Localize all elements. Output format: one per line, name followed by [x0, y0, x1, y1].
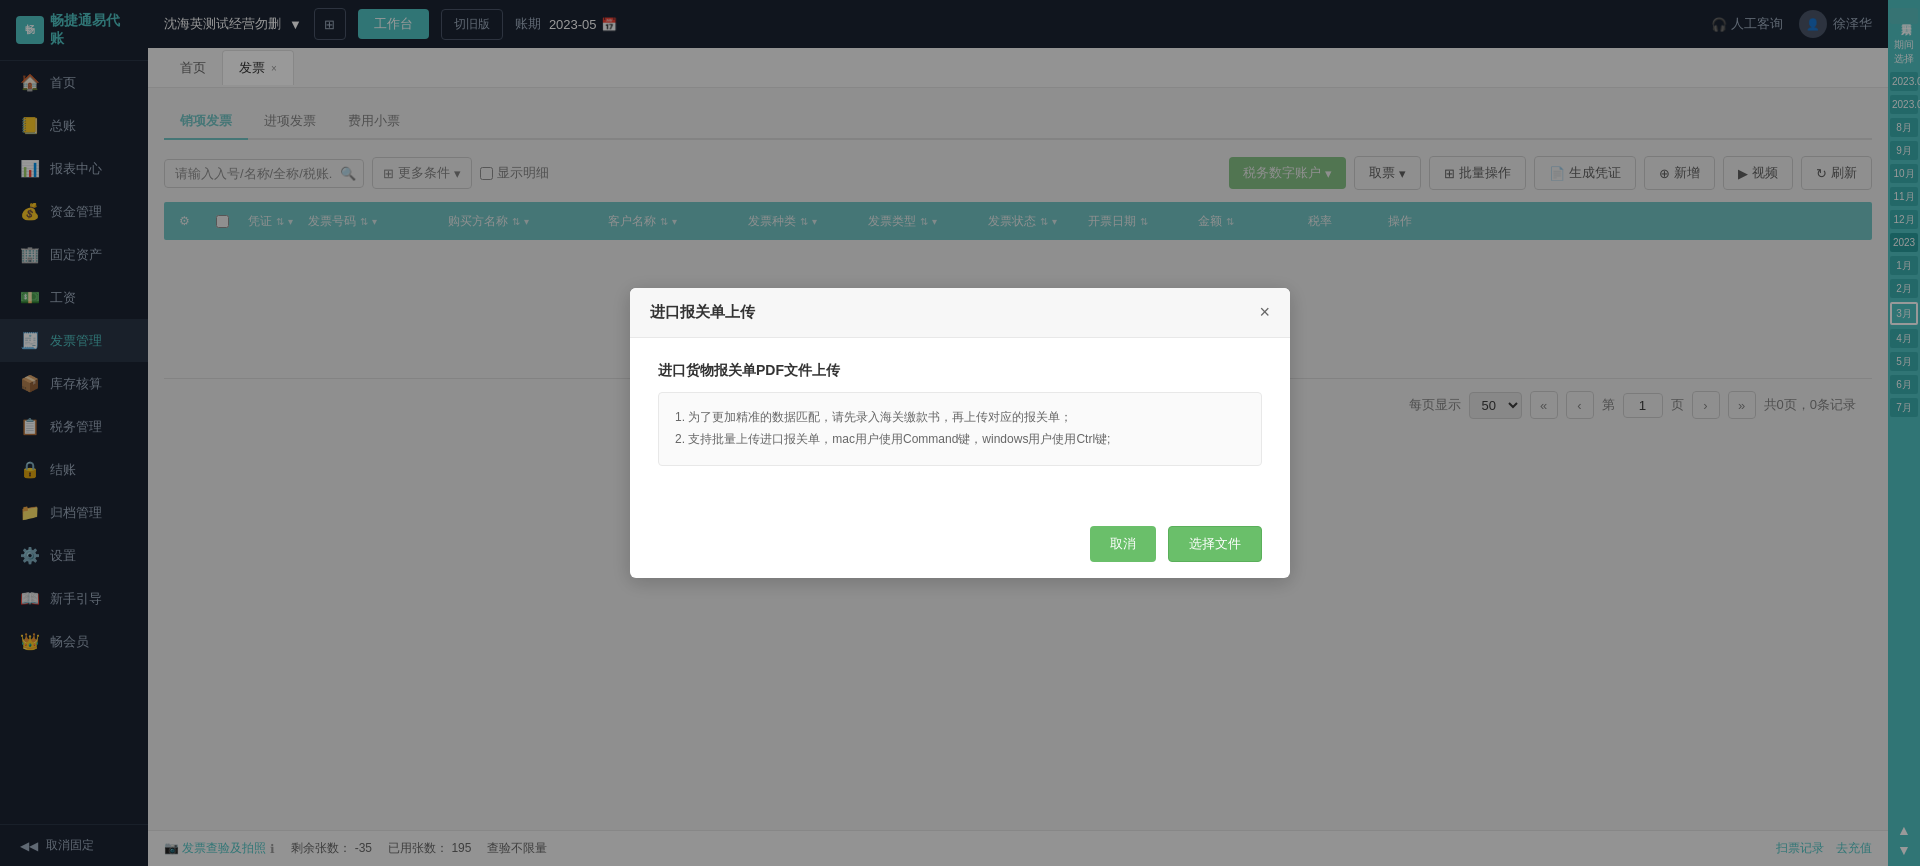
modal-overlay: 进口报关单上传 × 进口货物报关单PDF文件上传 1. 为了更加精准的数据匹配，… — [0, 0, 1920, 866]
import-customs-dialog: 进口报关单上传 × 进口货物报关单PDF文件上传 1. 为了更加精准的数据匹配，… — [630, 288, 1290, 577]
cancel-button[interactable]: 取消 — [1090, 526, 1156, 562]
dialog-section-title: 进口货物报关单PDF文件上传 — [658, 362, 1262, 380]
dialog-footer: 取消 选择文件 — [630, 510, 1290, 578]
select-file-button[interactable]: 选择文件 — [1168, 526, 1262, 562]
dialog-title: 进口报关单上传 — [650, 303, 755, 322]
dialog-close-button[interactable]: × — [1259, 302, 1270, 323]
dialog-header: 进口报关单上传 × — [630, 288, 1290, 338]
dialog-info-box: 1. 为了更加精准的数据匹配，请先录入海关缴款书，再上传对应的报关单； 2. 支… — [658, 392, 1262, 465]
dialog-info-item-1: 1. 为了更加精准的数据匹配，请先录入海关缴款书，再上传对应的报关单； — [675, 407, 1245, 429]
dialog-info-item-2: 2. 支持批量上传进口报关单，mac用户使用Command键，windows用户… — [675, 429, 1245, 451]
dialog-body: 进口货物报关单PDF文件上传 1. 为了更加精准的数据匹配，请先录入海关缴款书，… — [630, 338, 1290, 509]
